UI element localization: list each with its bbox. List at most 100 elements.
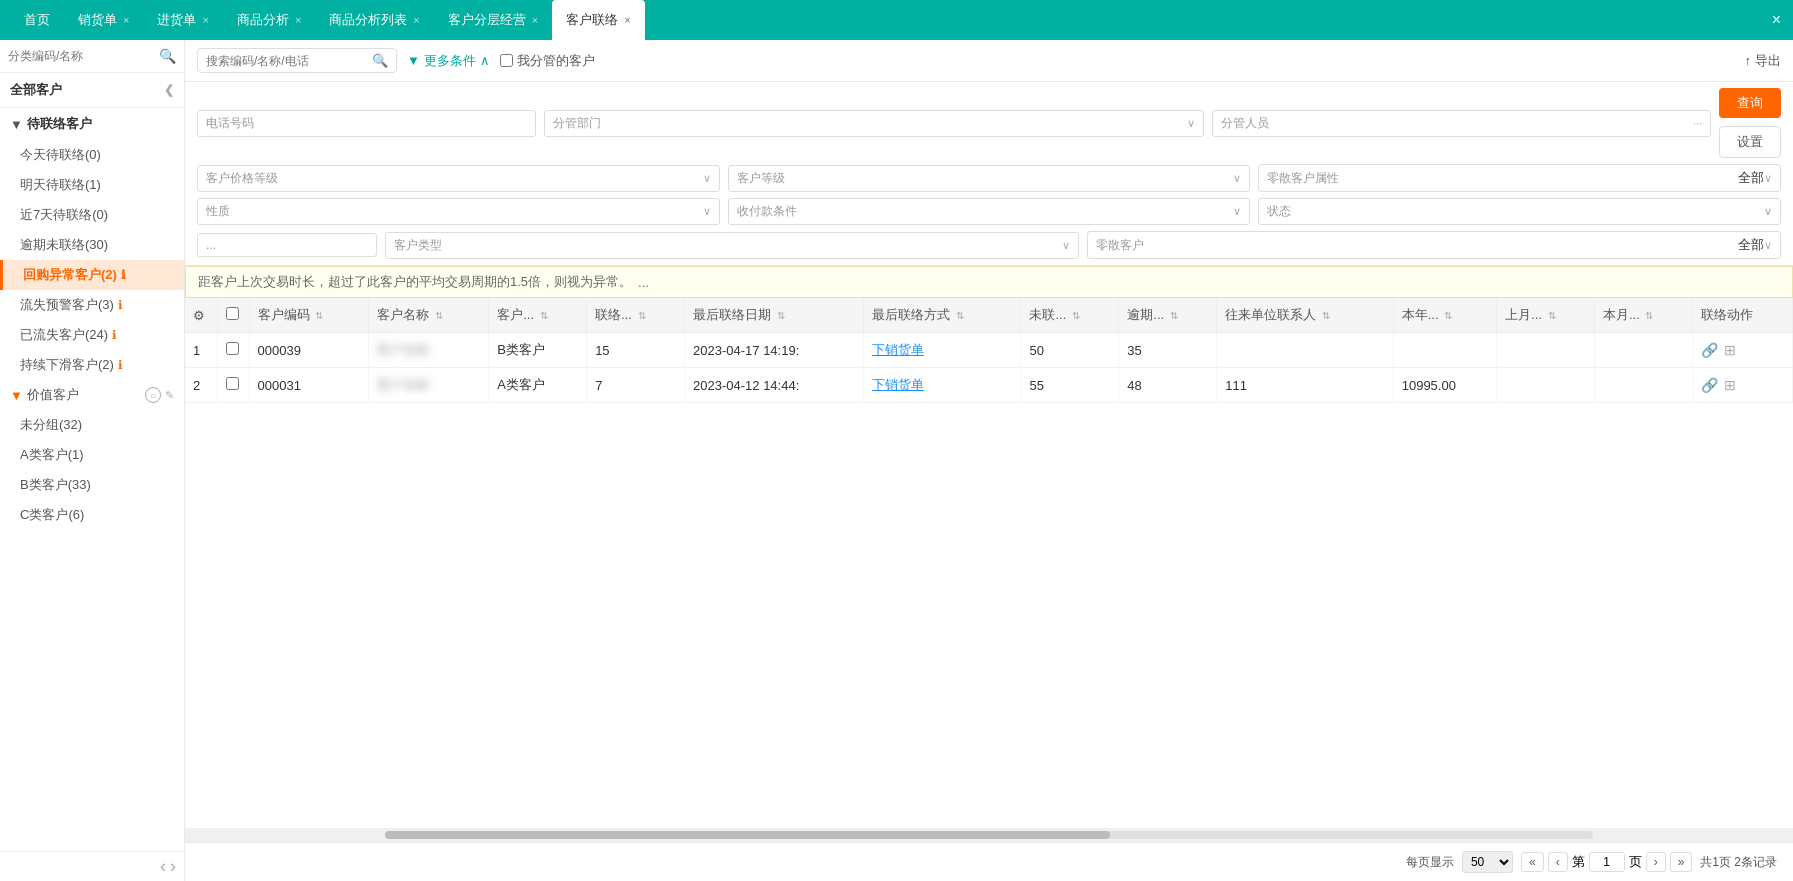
sort-code-icon[interactable]: ⇅	[315, 310, 323, 321]
sidebar-group-pending-contact[interactable]: ▼ 待联络客户	[0, 108, 184, 140]
filter-search-input[interactable]	[206, 54, 372, 68]
sort-unit-contact-icon[interactable]: ⇅	[1322, 310, 1330, 321]
sidebar-collapse-icon[interactable]: ❮	[164, 83, 174, 97]
nav-product-analysis[interactable]: 商品分析 ×	[223, 0, 315, 40]
sidebar-item-b-class[interactable]: B类客户(33)	[0, 470, 184, 500]
sidebar-item-churned[interactable]: 已流失客户(24) ℹ	[0, 320, 184, 350]
sidebar-group-value-customers[interactable]: ▼ 价值客户 ○ ✎	[0, 380, 184, 410]
export-button[interactable]: ↑ 导出	[1745, 52, 1782, 70]
sidebar-left-arrow[interactable]: ‹	[160, 856, 166, 877]
row2-action-link-icon[interactable]: 🔗	[1701, 377, 1718, 393]
sidebar-item-repurchase-abnormal[interactable]: 回购异常客户(2) ℹ	[0, 260, 184, 290]
status-dropdown: ∨	[1764, 205, 1772, 218]
sidebar-item-ungrouped[interactable]: 未分组(32)	[0, 410, 184, 440]
nav-product-analysis-list-close[interactable]: ×	[413, 14, 419, 26]
sidebar-item-today-contact[interactable]: 今天待联络(0)	[0, 140, 184, 170]
horizontal-scrollbar[interactable]	[185, 828, 1793, 842]
declining-info-icon[interactable]: ℹ	[118, 358, 123, 372]
customer-type-field[interactable]: 客户类型 ∨	[385, 232, 1079, 259]
select-all-checkbox[interactable]	[226, 307, 239, 320]
my-customers-checkbox-label[interactable]: 我分管的客户	[500, 52, 595, 70]
sort-name-icon[interactable]: ⇅	[435, 310, 443, 321]
payment-field[interactable]: 收付款条件 ∨	[728, 198, 1251, 225]
sort-this-year-icon[interactable]: ⇅	[1444, 310, 1452, 321]
sort-date-icon[interactable]: ⇅	[777, 310, 785, 321]
churned-info-icon[interactable]: ℹ	[112, 328, 117, 342]
sidebar-item-c-class[interactable]: C类客户(6)	[0, 500, 184, 530]
price-level-field[interactable]: 客户价格等级 ∨	[197, 165, 720, 192]
sort-method-icon[interactable]: ⇅	[956, 310, 964, 321]
sort-last-month-icon[interactable]: ⇅	[1548, 310, 1556, 321]
sort-contact-icon[interactable]: ⇅	[638, 310, 646, 321]
nav-home[interactable]: 首页	[10, 0, 64, 40]
nav-sales-order-close[interactable]: ×	[123, 14, 129, 26]
filter-search-icon[interactable]: 🔍	[372, 53, 388, 68]
setting-button[interactable]: 设置	[1719, 126, 1781, 158]
status-field[interactable]: 状态 ∨	[1258, 198, 1781, 225]
sidebar-item-a-class[interactable]: A类客户(1)	[0, 440, 184, 470]
sidebar-item-overdue-contact[interactable]: 逾期未联络(30)	[0, 230, 184, 260]
sidebar-right-arrow[interactable]: ›	[170, 856, 176, 877]
row1-unit-contact	[1217, 333, 1393, 368]
sort-uncontacted-icon[interactable]: ⇅	[1072, 310, 1080, 321]
sort-this-month-icon[interactable]: ⇅	[1645, 310, 1653, 321]
retail-customer-field[interactable]: 零散客户 全部 ∨	[1087, 231, 1781, 259]
row1-action-link-icon[interactable]: 🔗	[1701, 342, 1718, 358]
nav-purchase-order-close[interactable]: ×	[202, 14, 208, 26]
first-page-button[interactable]: «	[1521, 852, 1544, 872]
row1-checkbox[interactable]	[217, 333, 249, 368]
filter-search-box[interactable]: 🔍	[197, 48, 397, 73]
row2-checkbox[interactable]	[217, 368, 249, 403]
sidebar-item-tomorrow-contact[interactable]: 明天待联络(1)	[0, 170, 184, 200]
nav-customer-tier-close[interactable]: ×	[532, 14, 538, 26]
row1-action-grid-icon[interactable]: ⊞	[1724, 342, 1736, 358]
tooltip-more[interactable]: ...	[638, 275, 649, 290]
value-customers-edit-icon[interactable]: ✎	[165, 389, 174, 402]
gender-field[interactable]: 性质 ∨	[197, 198, 720, 225]
filter-more-conditions[interactable]: ▼ 更多条件 ∧	[407, 52, 490, 70]
sidebar-all-customers[interactable]: 全部客户 ❮	[0, 73, 184, 108]
sidebar-search-icon[interactable]: 🔍	[159, 48, 176, 64]
page-number-input[interactable]	[1589, 852, 1625, 872]
row2-action-grid-icon[interactable]: ⊞	[1724, 377, 1736, 393]
row2-last-method[interactable]: 下销货单	[863, 368, 1021, 403]
nav-customer-tier[interactable]: 客户分层经营 ×	[434, 0, 552, 40]
retail-attr-field[interactable]: 零散客户属性 全部 ∨	[1258, 164, 1781, 192]
phone-field[interactable]: 电话号码	[197, 110, 536, 137]
value-customers-expand-icon[interactable]: ○	[145, 387, 161, 403]
nav-product-analysis-close[interactable]: ×	[295, 14, 301, 26]
my-customers-checkbox[interactable]	[500, 54, 513, 67]
sort-type-icon[interactable]: ⇅	[540, 310, 548, 321]
nav-customer-contact[interactable]: 客户联络 ×	[552, 0, 644, 40]
dept-field[interactable]: 分管部门 ∨	[544, 110, 1204, 137]
churn-warning-info-icon[interactable]: ℹ	[118, 298, 123, 312]
app-close-button[interactable]: ×	[1772, 11, 1781, 29]
row1-select-checkbox[interactable]	[226, 342, 239, 355]
prev-page-button[interactable]: ‹	[1548, 852, 1568, 872]
per-page-select[interactable]: 50 100 200	[1462, 851, 1513, 873]
sidebar-search-input[interactable]	[8, 49, 159, 63]
row1-last-method[interactable]: 下销货单	[863, 333, 1021, 368]
scrollbar-track[interactable]	[385, 831, 1593, 839]
sidebar-item-declining[interactable]: 持续下滑客户(2) ℹ	[0, 350, 184, 380]
nav-product-analysis-list[interactable]: 商品分析列表 ×	[315, 0, 433, 40]
sort-overdue-icon[interactable]: ⇅	[1170, 310, 1178, 321]
person-field[interactable]: 分管人员 ···	[1212, 110, 1711, 137]
customer-level-field[interactable]: 客户等级 ∨	[728, 165, 1251, 192]
sidebar-item-7day-contact[interactable]: 近7天待联络(0)	[0, 200, 184, 230]
nav-purchase-order[interactable]: 进货单 ×	[143, 0, 222, 40]
filter-more-chevron: ∧	[480, 53, 490, 68]
next-page-button[interactable]: ›	[1646, 852, 1666, 872]
col-uncontacted: 未联... ⇅	[1021, 298, 1119, 333]
sidebar-item-churn-warning[interactable]: 流失预警客户(3) ℹ	[0, 290, 184, 320]
query-button[interactable]: 查询	[1719, 88, 1781, 118]
last-page-button[interactable]: »	[1670, 852, 1693, 872]
col-checkbox-header[interactable]	[217, 298, 249, 333]
scrollbar-thumb[interactable]	[385, 831, 1110, 839]
nav-sales-order[interactable]: 销货单 ×	[64, 0, 143, 40]
repurchase-abnormal-info-icon[interactable]: ℹ	[121, 268, 126, 282]
row2-select-checkbox[interactable]	[226, 377, 239, 390]
nav-customer-contact-close[interactable]: ×	[624, 14, 630, 26]
col-gear[interactable]: ⚙	[185, 298, 217, 333]
extra-field[interactable]: ...	[197, 233, 377, 257]
